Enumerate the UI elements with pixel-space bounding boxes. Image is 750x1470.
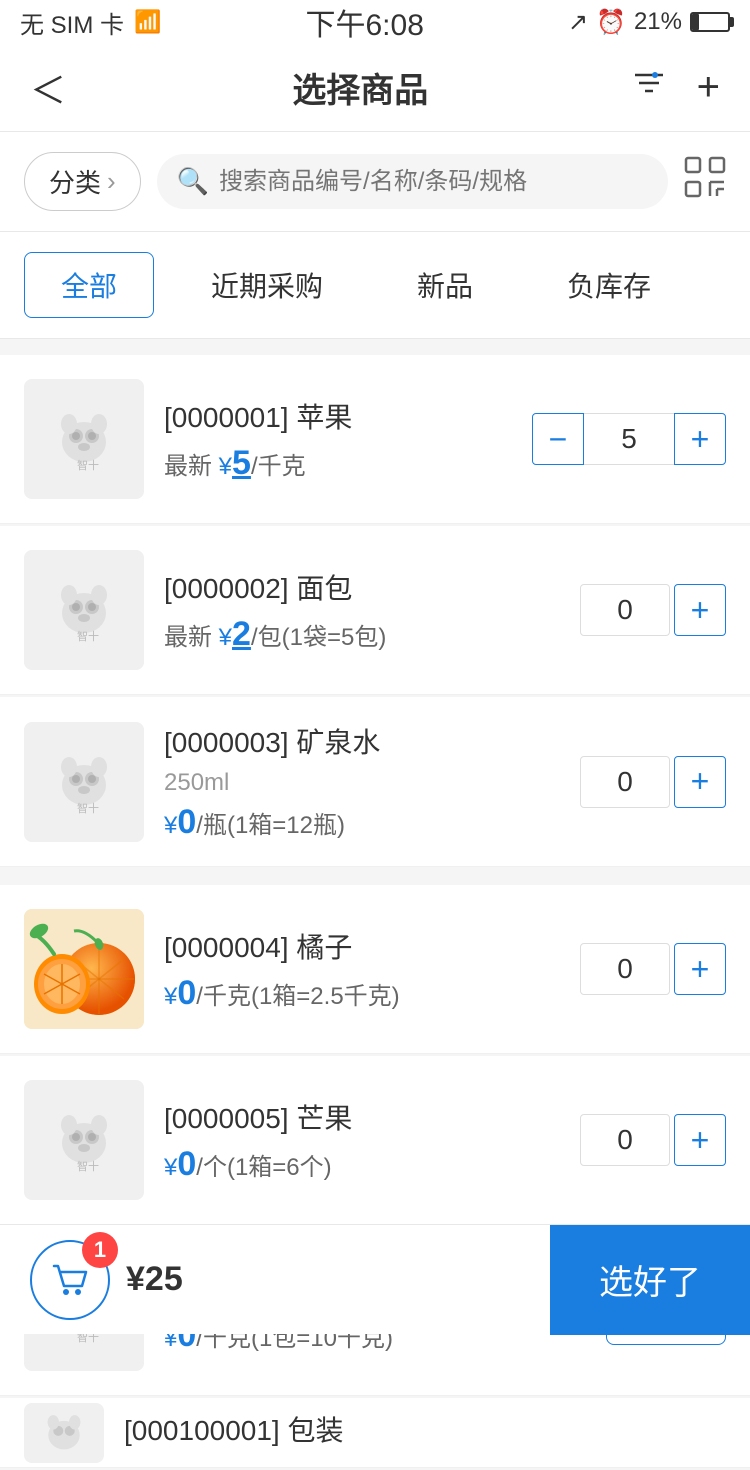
status-time: 下午6:08 bbox=[305, 0, 423, 44]
owl-placeholder-icon: 智十 bbox=[49, 575, 119, 645]
product-price: 最新 ¥5/千克 bbox=[164, 444, 512, 483]
category-button[interactable]: 分类 › bbox=[24, 152, 141, 211]
quantity-input[interactable] bbox=[580, 943, 670, 995]
quantity-increase-button[interactable]: + bbox=[674, 756, 726, 808]
cart-icon bbox=[48, 1258, 92, 1302]
list-item: 智十 [0000003] 矿泉水 250ml ¥0/瓶(1箱=12瓶) + bbox=[0, 697, 750, 867]
quantity-increase-button[interactable]: + bbox=[674, 584, 726, 636]
product-thumbnail: 智十 bbox=[24, 379, 144, 499]
battery-percent: 21% bbox=[634, 8, 682, 36]
list-item: [000100001] 包装 bbox=[0, 1398, 750, 1468]
product-info: [0000002] 面包 最新 ¥2/包(1袋=5包) bbox=[164, 567, 560, 654]
status-left: 无 SIM 卡 📶 bbox=[20, 5, 161, 40]
tab-new[interactable]: 新品 bbox=[380, 252, 510, 318]
location-icon: ↗ bbox=[568, 8, 588, 37]
search-icon: 🔍 bbox=[177, 166, 209, 197]
quantity-control: − + bbox=[532, 413, 726, 465]
bottom-bar: 1 ¥25 选好了 bbox=[0, 1224, 750, 1334]
quantity-input[interactable] bbox=[580, 584, 670, 636]
add-icon[interactable]: + bbox=[697, 65, 720, 110]
battery-icon bbox=[690, 12, 730, 32]
nav-actions: + bbox=[631, 65, 720, 110]
quantity-control: + bbox=[580, 943, 726, 995]
page-title: 选择商品 bbox=[292, 63, 428, 112]
chevron-right-icon: › bbox=[107, 166, 116, 197]
filter-icon[interactable] bbox=[631, 65, 667, 110]
product-info: [0000005] 芒果 ¥0/个(1箱=6个) bbox=[164, 1097, 560, 1184]
tab-negative[interactable]: 负库存 bbox=[530, 252, 688, 318]
product-name: [0000002] 面包 bbox=[164, 567, 560, 607]
quantity-decrease-button[interactable]: − bbox=[532, 413, 584, 465]
owl-placeholder-icon: 智十 bbox=[49, 747, 119, 817]
cart-badge: 1 bbox=[82, 1232, 118, 1268]
product-thumbnail bbox=[24, 1403, 104, 1463]
quantity-input[interactable] bbox=[584, 413, 674, 465]
tab-recent[interactable]: 近期采购 bbox=[174, 252, 360, 318]
product-name: [0000005] 芒果 bbox=[164, 1097, 560, 1137]
filter-tabs: 全部 近期采购 新品 负库存 bbox=[0, 232, 750, 339]
search-bar-area: 分类 › 🔍 bbox=[0, 132, 750, 232]
list-item: 智十 [0000001] 苹果 最新 ¥5/千克 − + bbox=[0, 355, 750, 524]
quantity-control: + bbox=[580, 756, 726, 808]
product-thumbnail: 智十 bbox=[24, 722, 144, 842]
product-thumbnail: 智十 bbox=[24, 1080, 144, 1200]
status-right: ↗ ⏰ 21% bbox=[568, 8, 730, 37]
search-input[interactable] bbox=[219, 168, 648, 196]
list-item: 智十 [0000002] 面包 最新 ¥2/包(1袋=5包) + bbox=[0, 526, 750, 695]
owl-placeholder-icon: 智十 bbox=[49, 1105, 119, 1175]
search-input-wrap: 🔍 bbox=[157, 154, 668, 209]
nav-bar: ＜ 选择商品 + bbox=[0, 44, 750, 132]
owl-placeholder-icon bbox=[39, 1408, 89, 1458]
back-button[interactable]: ＜ bbox=[30, 62, 90, 114]
carrier-label: 无 SIM 卡 bbox=[20, 5, 124, 40]
product-name: [0000003] 矿泉水 bbox=[164, 721, 560, 761]
quantity-increase-button[interactable]: + bbox=[674, 943, 726, 995]
cart-icon-wrap[interactable]: 1 bbox=[30, 1240, 110, 1320]
status-bar: 无 SIM 卡 📶 下午6:08 ↗ ⏰ 21% bbox=[0, 0, 750, 44]
scan-icon[interactable] bbox=[684, 156, 726, 207]
cart-section: 1 ¥25 bbox=[0, 1240, 550, 1320]
product-price: ¥0/瓶(1箱=12瓶) bbox=[164, 803, 560, 842]
wifi-icon: 📶 bbox=[134, 9, 161, 35]
product-price: ¥0/千克(1箱=2.5千克) bbox=[164, 974, 560, 1013]
quantity-increase-button[interactable]: + bbox=[674, 1114, 726, 1166]
tab-all[interactable]: 全部 bbox=[24, 252, 154, 318]
quantity-input[interactable] bbox=[580, 756, 670, 808]
product-thumbnail: 智十 bbox=[24, 550, 144, 670]
product-spec: 250ml bbox=[164, 769, 560, 797]
quantity-control: + bbox=[580, 1114, 726, 1166]
confirm-button[interactable]: 选好了 bbox=[550, 1225, 750, 1335]
product-info: [000100001] 包装 bbox=[124, 1409, 726, 1457]
product-info: [0000003] 矿泉水 250ml ¥0/瓶(1箱=12瓶) bbox=[164, 721, 560, 842]
product-name: [000100001] 包装 bbox=[124, 1409, 726, 1449]
product-thumbnail bbox=[24, 909, 144, 1029]
quantity-input[interactable] bbox=[580, 1114, 670, 1166]
product-info: [0000001] 苹果 最新 ¥5/千克 bbox=[164, 396, 512, 483]
product-name: [0000001] 苹果 bbox=[164, 396, 512, 436]
svg-text:智十: 智十 bbox=[77, 458, 99, 472]
product-name: [0000004] 橘子 bbox=[164, 926, 560, 966]
product-price: ¥0/个(1箱=6个) bbox=[164, 1145, 560, 1184]
svg-text:智十: 智十 bbox=[77, 801, 99, 815]
product-price: 最新 ¥2/包(1袋=5包) bbox=[164, 615, 560, 654]
orange-image bbox=[24, 909, 144, 1029]
svg-text:智十: 智十 bbox=[77, 1159, 99, 1173]
list-item: 智十 [0000005] 芒果 ¥0/个(1箱=6个) + bbox=[0, 1056, 750, 1225]
owl-placeholder-icon: 智十 bbox=[49, 404, 119, 474]
cart-total: ¥25 bbox=[126, 1260, 183, 1299]
list-item: [0000004] 橘子 ¥0/千克(1箱=2.5千克) + bbox=[0, 885, 750, 1054]
svg-text:智十: 智十 bbox=[77, 629, 99, 643]
quantity-control: + bbox=[580, 584, 726, 636]
quantity-increase-button[interactable]: + bbox=[674, 413, 726, 465]
product-info: [0000004] 橘子 ¥0/千克(1箱=2.5千克) bbox=[164, 926, 560, 1013]
alarm-icon: ⏰ bbox=[596, 8, 626, 37]
